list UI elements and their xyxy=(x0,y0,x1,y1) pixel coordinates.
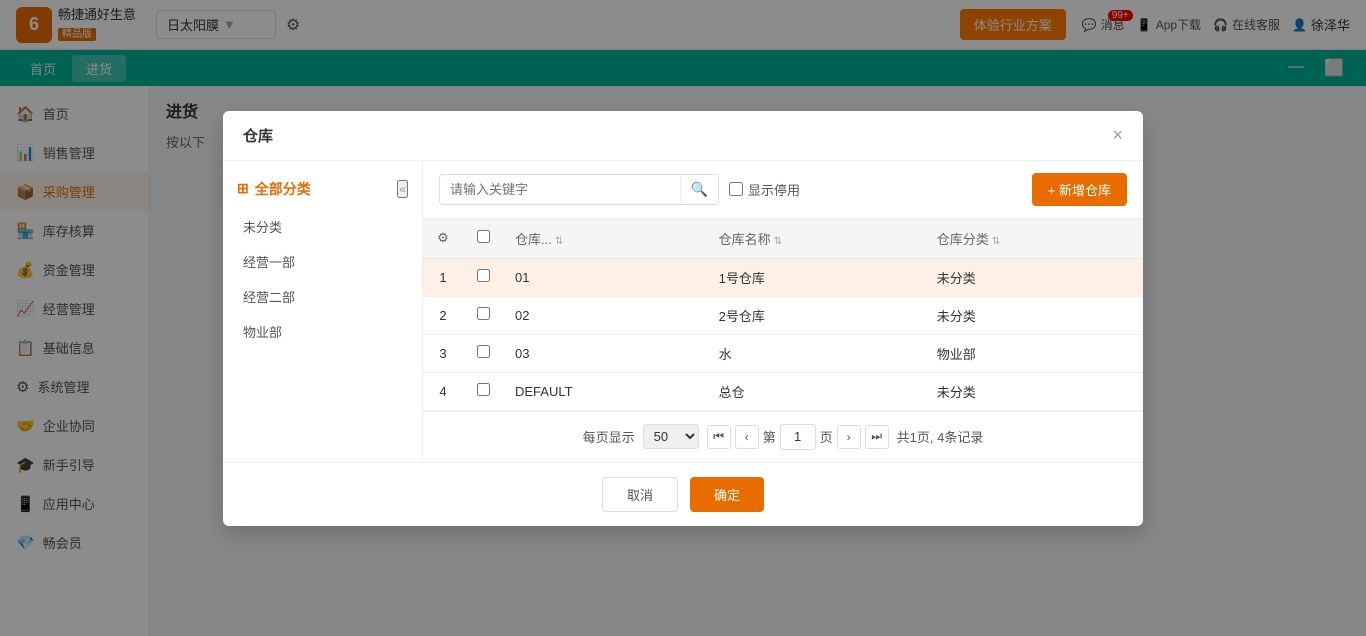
disabled-checkbox[interactable] xyxy=(729,182,743,196)
modal-header: 仓库 × xyxy=(223,111,1143,161)
row-checkbox[interactable] xyxy=(477,383,490,396)
row-code: 01 xyxy=(503,258,707,296)
row-category: 未分类 xyxy=(925,372,1143,410)
right-panel: 🔍 显示停用 + 新增仓库 ⚙ xyxy=(423,161,1143,462)
category-item-op2[interactable]: 经营二部 xyxy=(223,279,422,314)
row-name: 总仓 xyxy=(707,372,925,410)
row-code: 03 xyxy=(503,334,707,372)
page-input[interactable] xyxy=(780,424,816,450)
confirm-btn[interactable]: 确定 xyxy=(690,477,764,512)
cancel-btn[interactable]: 取消 xyxy=(602,477,678,512)
modal-title: 仓库 xyxy=(243,125,273,146)
row-checkbox[interactable] xyxy=(477,269,490,282)
page-suffix: 页 xyxy=(820,427,833,446)
first-page-btn[interactable]: ⏮ xyxy=(707,425,731,449)
select-all-checkbox[interactable] xyxy=(477,230,490,243)
show-disabled-check[interactable]: 显示停用 xyxy=(729,180,800,199)
row-no: 4 xyxy=(423,372,463,410)
row-checkbox[interactable] xyxy=(477,345,490,358)
row-name: 1号仓库 xyxy=(707,258,925,296)
category-panel: ⊞ 全部分类 « 未分类 经营一部 经营二部 物业部 xyxy=(223,161,423,462)
search-input[interactable] xyxy=(440,176,680,203)
row-no: 3 xyxy=(423,334,463,372)
all-category-btn[interactable]: ⊞ 全部分类 xyxy=(237,179,311,199)
row-category: 物业部 xyxy=(925,334,1143,372)
table-row[interactable]: 4 DEFAULT 总仓 未分类 xyxy=(423,372,1143,410)
row-category: 未分类 xyxy=(925,258,1143,296)
row-checkbox[interactable] xyxy=(477,307,490,320)
last-page-btn[interactable]: ⏭ xyxy=(865,425,889,449)
warehouse-table-container: ⚙ 仓库...⇅ 仓库名称⇅ 仓库分类⇅ 1 xyxy=(423,219,1143,411)
prev-page-btn[interactable]: ‹ xyxy=(735,425,759,449)
modal-overlay: 仓库 × ⊞ 全部分类 « 未分类 经营一部 经营二部 物业部 xyxy=(0,0,1366,636)
search-box: 🔍 xyxy=(439,174,719,205)
all-category-label: 全部分类 xyxy=(255,179,311,199)
row-code: 02 xyxy=(503,296,707,334)
row-name: 水 xyxy=(707,334,925,372)
right-panel-toolbar: 🔍 显示停用 + 新增仓库 xyxy=(423,161,1143,219)
modal-close-btn[interactable]: × xyxy=(1112,125,1123,146)
table-row[interactable]: 2 02 2号仓库 未分类 xyxy=(423,296,1143,334)
table-row[interactable]: 1 01 1号仓库 未分类 xyxy=(423,258,1143,296)
modal-body: ⊞ 全部分类 « 未分类 经营一部 经营二部 物业部 🔍 xyxy=(223,161,1143,462)
add-warehouse-btn[interactable]: + 新增仓库 xyxy=(1032,173,1127,206)
th-gear[interactable]: ⚙ xyxy=(423,219,463,259)
collapse-btn[interactable]: « xyxy=(397,180,408,198)
category-item-op1[interactable]: 经营一部 xyxy=(223,244,422,279)
th-code[interactable]: 仓库...⇅ xyxy=(503,219,707,259)
warehouse-modal: 仓库 × ⊞ 全部分类 « 未分类 经营一部 经营二部 物业部 xyxy=(223,111,1143,526)
row-name: 2号仓库 xyxy=(707,296,925,334)
grid-icon: ⊞ xyxy=(237,180,249,197)
th-name[interactable]: 仓库名称⇅ xyxy=(707,219,925,259)
page-label: 第 xyxy=(763,427,776,446)
total-info: 共1页, 4条记录 xyxy=(897,427,984,446)
per-page-select[interactable]: 50 20 100 xyxy=(643,424,699,449)
warehouse-table: ⚙ 仓库...⇅ 仓库名称⇅ 仓库分类⇅ 1 xyxy=(423,219,1143,411)
row-category: 未分类 xyxy=(925,296,1143,334)
th-category[interactable]: 仓库分类⇅ xyxy=(925,219,1143,259)
search-btn[interactable]: 🔍 xyxy=(680,175,718,204)
next-page-btn[interactable]: › xyxy=(837,425,861,449)
row-no: 2 xyxy=(423,296,463,334)
category-item-unclassified[interactable]: 未分类 xyxy=(223,209,422,244)
row-code: DEFAULT xyxy=(503,372,707,410)
table-row[interactable]: 3 03 水 物业部 xyxy=(423,334,1143,372)
pagination: 每页显示 50 20 100 ⏮ ‹ 第 页 › ⏭ xyxy=(423,411,1143,462)
th-check xyxy=(463,219,503,259)
modal-footer: 取消 确定 xyxy=(223,462,1143,526)
row-no: 1 xyxy=(423,258,463,296)
per-page-label: 每页显示 xyxy=(583,427,635,446)
show-disabled-label: 显示停用 xyxy=(748,180,800,199)
category-item-property[interactable]: 物业部 xyxy=(223,314,422,349)
